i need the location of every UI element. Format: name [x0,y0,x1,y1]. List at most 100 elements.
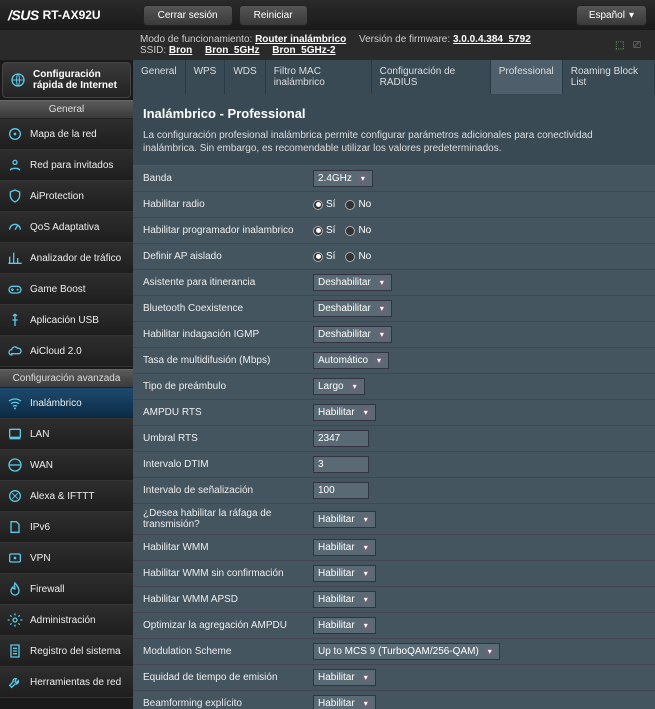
status-icon[interactable]: ⬚ [615,40,629,50]
select-input[interactable]: Habilitar ▾ [313,565,376,582]
tab-wps[interactable]: WPS [186,60,226,94]
setting-row: Habilitar indagación IGMPDeshabilitar▾ [133,322,655,348]
sidebar-item-red-para-invitados[interactable]: Red para invitados [0,150,133,181]
sidebar-item-registro-del-sistema[interactable]: Registro del sistema [0,636,133,667]
setting-row: Tasa de multidifusión (Mbps)Automático▾ [133,348,655,374]
chevron-down-icon: ▾ [350,382,360,391]
setting-label: ¿Desea habilitar la ráfaga de transmisió… [143,508,313,530]
select-input[interactable]: Habilitar▾ [313,591,376,608]
radio-no[interactable]: No [345,251,371,262]
radio-yes[interactable]: Sí [313,251,335,262]
select-input[interactable]: Habilitar▾ [313,539,376,556]
sidebar-item-inal-mbrico[interactable]: Inalámbrico [0,388,133,419]
chevron-down-icon: ▾ [361,569,371,578]
select-input[interactable]: Deshabilitar▾ [313,274,392,291]
setting-label: Asistente para itinerancia [143,277,313,288]
sidebar-item-aicloud-2-0[interactable]: AiCloud 2.0 [0,336,133,367]
setting-control [313,430,645,447]
tab-professional[interactable]: Professional [491,60,563,94]
fw-value[interactable]: 3.0.0.4.384_5792 [453,34,531,45]
setting-control: Habilitar▾ [313,669,645,686]
text-input[interactable] [313,482,369,499]
sidebar-item-game-boost[interactable]: Game Boost [0,274,133,305]
select-input[interactable]: Up to MCS 9 (TurboQAM/256-QAM)▾ [313,643,500,660]
select-input[interactable]: Deshabilitar▾ [313,300,392,317]
text-input[interactable] [313,456,369,473]
sidebar-item-vpn[interactable]: VPN [0,543,133,574]
setting-label: Modulation Scheme [143,646,313,657]
radio-group: Sí No [313,225,371,236]
sidebar-item-qos-adaptativa[interactable]: QoS Adaptativa [0,212,133,243]
usb-icon[interactable]: ⎚ [633,40,647,50]
sidebar-item-aplicaci-n-usb[interactable]: Aplicación USB [0,305,133,336]
sidebar-item-alexa-ifttt[interactable]: Alexa & IFTTT [0,481,133,512]
setting-control: Habilitar▾ [313,539,645,556]
radio-group: Sí No [313,199,371,210]
setting-label: Beamforming explícito [143,698,313,709]
chevron-down-icon: ▾ [358,174,368,183]
setting-label: Habilitar WMM sin confirmación [143,568,313,579]
quick-setup-label: Configuración rápida de Internet [33,69,124,91]
setting-label: Habilitar programador inalambrico [143,225,313,236]
sidebar-item-administraci-n[interactable]: Administración [0,605,133,636]
sidebar-item-analizador-de-tr-fico[interactable]: Analizador de tráfico [0,243,133,274]
mode-value[interactable]: Router inalámbrico [255,34,346,45]
select-input[interactable]: Habilitar▾ [313,404,376,421]
select-input[interactable]: Habilitar▾ [313,669,376,686]
usb-icon [6,311,24,329]
sidebar-item-lan[interactable]: LAN [0,419,133,450]
setting-row: Beamforming explícitoHabilitar▾ [133,691,655,709]
sidebar-item-label: Aplicación USB [30,315,99,326]
sidebar-item-mapa-de-la-red[interactable]: Mapa de la red [0,119,133,150]
select-value: Automático [318,355,368,366]
setting-label: Equidad de tiempo de emisión [143,672,313,683]
select-input[interactable]: Automático▾ [313,352,389,369]
mode-key: Modo de funcionamiento: [140,34,252,45]
tab-configuraci-n-de-radius[interactable]: Configuración de RADIUS [372,60,491,94]
select-value: Habilitar [318,698,355,709]
setting-row: Intervalo DTIM [133,452,655,478]
radio-icon [313,226,323,236]
sidebar-item-label: VPN [30,553,51,564]
select-input[interactable]: Habilitar▾ [313,695,376,709]
lan-icon [6,425,24,443]
sidebar-item-firewall[interactable]: Firewall [0,574,133,605]
select-input[interactable]: Habilitar▾ [313,617,376,634]
sidebar-item-ipv6[interactable]: IPv6 [0,512,133,543]
sidebar-item-herramientas-de-red[interactable]: Herramientas de red [0,667,133,698]
setting-label: Banda [143,173,313,184]
shield-icon [6,187,24,205]
setting-control: 2.4GHz ▾ [313,170,645,187]
ssid-value-3: Bron_5GHz-2 [272,45,335,56]
setting-row: Equidad de tiempo de emisiónHabilitar▾ [133,665,655,691]
language-select[interactable]: Español ▾ [576,5,647,26]
setting-control: Up to MCS 9 (TurboQAM/256-QAM)▾ [313,643,645,660]
setting-row: Asistente para itineranciaDeshabilitar▾ [133,270,655,296]
tab-filtro-mac-inal-mbrico[interactable]: Filtro MAC inalámbrico [266,60,372,94]
setting-label: Intervalo de señalización [143,485,313,496]
setting-control: Habilitar▾ [313,511,645,528]
sidebar-item-aiprotection[interactable]: AiProtection [0,181,133,212]
topbar: /SUS RT-AX92U Cerrar sesión Reiniciar Es… [0,0,655,30]
radio-no[interactable]: No [345,225,371,236]
radio-no[interactable]: No [345,199,371,210]
radio-yes[interactable]: Sí [313,225,335,236]
sidebar-item-wan[interactable]: WAN [0,450,133,481]
select-input[interactable]: Deshabilitar▾ [313,326,392,343]
tab-general[interactable]: General [133,60,186,94]
select-value: Habilitar [318,568,355,579]
radio-yes[interactable]: Sí [313,199,335,210]
tab-bar: GeneralWPSWDSFiltro MAC inalámbricoConfi… [133,60,655,94]
select-value: Habilitar [318,672,355,683]
text-input[interactable] [313,430,369,447]
tab-wds[interactable]: WDS [225,60,265,94]
select-input[interactable]: 2.4GHz ▾ [313,170,373,187]
logout-button[interactable]: Cerrar sesión [143,5,233,26]
tab-roaming-block-list[interactable]: Roaming Block List [563,60,655,94]
select-value: 2.4GHz [318,173,352,184]
sidebar-item-label: Registro del sistema [30,646,121,657]
select-input[interactable]: Largo▾ [313,378,365,395]
select-input[interactable]: Habilitar▾ [313,511,376,528]
reboot-button[interactable]: Reiniciar [239,5,308,26]
quick-setup-button[interactable]: Configuración rápida de Internet [2,62,131,98]
